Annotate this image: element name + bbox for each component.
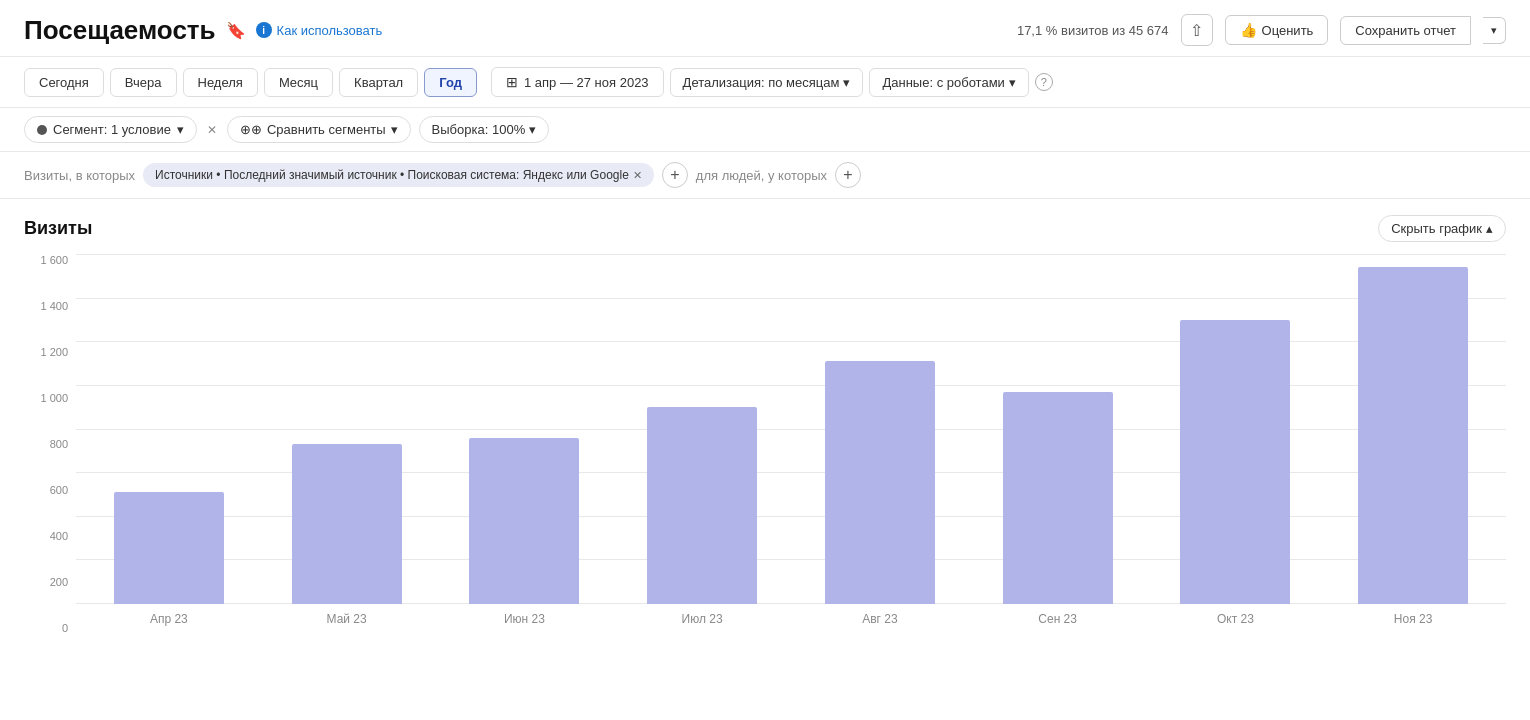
chart-body: Апр 23 Май 23 Июн 23 Июл 23 Авг 23 Сен 23 Окт … bbox=[76, 254, 1506, 634]
bars-area bbox=[76, 254, 1506, 604]
help-icon[interactable]: ? bbox=[1035, 73, 1053, 91]
header-left: Посещаемость 🔖 i Как использовать bbox=[24, 15, 382, 46]
add-people-filter-button[interactable]: + bbox=[835, 162, 861, 188]
bar-group[interactable] bbox=[619, 254, 785, 604]
chart-container: 1 600 1 400 1 200 1 000 800 600 400 200 0 Апр 23… bbox=[24, 254, 1506, 634]
period-toolbar: Сегодня Вчера Неделя Месяц Квартал Год ⊞… bbox=[0, 57, 1530, 108]
bar-group[interactable] bbox=[86, 254, 252, 604]
bar-group[interactable] bbox=[797, 254, 963, 604]
y-axis-label: 400 bbox=[24, 530, 68, 542]
bookmark-icon[interactable]: 🔖 bbox=[226, 21, 246, 40]
visits-stat: 17,1 % визитов из 45 674 bbox=[1017, 23, 1169, 38]
y-axis-label: 600 bbox=[24, 484, 68, 496]
header-right: 17,1 % визитов из 45 674 ⇧ 👍 Оценить Сох… bbox=[1017, 14, 1506, 46]
y-axis-label: 200 bbox=[24, 576, 68, 588]
bar-group[interactable] bbox=[1330, 254, 1496, 604]
x-labels: Апр 23 Май 23 Июн 23 Июл 23 Авг 23 Сен 23 Окт … bbox=[76, 604, 1506, 634]
data-button[interactable]: Данные: с роботами ▾ bbox=[869, 68, 1028, 97]
chevron-down-icon: ▾ bbox=[529, 122, 536, 137]
tab-quarter[interactable]: Квартал bbox=[339, 68, 418, 97]
filter-for-label: для людей, у которых bbox=[696, 168, 827, 183]
save-report-button[interactable]: Сохранить отчет bbox=[1340, 16, 1471, 45]
detail-button[interactable]: Детализация: по месяцам ▾ bbox=[670, 68, 864, 97]
y-axis-label: 1 200 bbox=[24, 346, 68, 358]
compare-segments-button[interactable]: ⊕⊕ Сравнить сегменты ▾ bbox=[227, 116, 411, 143]
segment-dot-icon bbox=[37, 125, 47, 135]
page-title: Посещаемость bbox=[24, 15, 216, 46]
info-icon: i bbox=[256, 22, 272, 38]
bar[interactable] bbox=[825, 361, 935, 604]
x-axis-label: Июн 23 bbox=[442, 612, 608, 626]
chevron-down-icon: ▾ bbox=[843, 75, 850, 90]
save-report-arrow-button[interactable]: ▾ bbox=[1483, 17, 1506, 44]
y-axis-label: 800 bbox=[24, 438, 68, 450]
chevron-down-icon: ▾ bbox=[1009, 75, 1016, 90]
y-axis-label: 1 400 bbox=[24, 300, 68, 312]
filter-visits-label: Визиты, в которых bbox=[24, 168, 135, 183]
bar[interactable] bbox=[292, 444, 402, 604]
chevron-down-icon: ▾ bbox=[391, 122, 398, 137]
export-icon: ⇧ bbox=[1190, 21, 1203, 40]
y-axis-label: 1 000 bbox=[24, 392, 68, 404]
tab-today[interactable]: Сегодня bbox=[24, 68, 104, 97]
rate-button[interactable]: 👍 Оценить bbox=[1225, 15, 1329, 45]
x-axis-label: Окт 23 bbox=[1153, 612, 1319, 626]
x-axis-label: Июл 23 bbox=[619, 612, 785, 626]
bar-group[interactable] bbox=[975, 254, 1141, 604]
compare-icon: ⊕⊕ bbox=[240, 122, 262, 137]
filter-row: Визиты, в которых Источники • Последний … bbox=[0, 152, 1530, 199]
segment-pill[interactable]: Сегмент: 1 условие ▾ bbox=[24, 116, 197, 143]
x-axis-label: Май 23 bbox=[264, 612, 430, 626]
calendar-grid-icon: ⊞ bbox=[506, 74, 518, 90]
bar[interactable] bbox=[469, 438, 579, 604]
bar[interactable] bbox=[114, 492, 224, 604]
bar[interactable] bbox=[647, 407, 757, 604]
x-axis-label: Ноя 23 bbox=[1330, 612, 1496, 626]
filter-tag: Источники • Последний значимый источник … bbox=[143, 163, 654, 187]
date-range-button[interactable]: ⊞ 1 апр — 27 ноя 2023 bbox=[491, 67, 664, 97]
tab-yesterday[interactable]: Вчера bbox=[110, 68, 177, 97]
bar-group[interactable] bbox=[264, 254, 430, 604]
bar-group[interactable] bbox=[1153, 254, 1319, 604]
chevron-up-icon: ▴ bbox=[1486, 221, 1493, 236]
y-axis: 1 600 1 400 1 200 1 000 800 600 400 200 0 bbox=[24, 254, 76, 634]
chart-header: Визиты Скрыть график ▴ bbox=[24, 215, 1506, 242]
y-axis-label: 0 bbox=[24, 622, 68, 634]
tab-month[interactable]: Месяц bbox=[264, 68, 333, 97]
hide-chart-button[interactable]: Скрыть график ▴ bbox=[1378, 215, 1506, 242]
bar[interactable] bbox=[1180, 320, 1290, 604]
page-header: Посещаемость 🔖 i Как использовать 17,1 %… bbox=[0, 0, 1530, 57]
bar[interactable] bbox=[1358, 267, 1468, 604]
thumb-icon: 👍 bbox=[1240, 22, 1257, 38]
segment-close-button[interactable]: ✕ bbox=[205, 123, 219, 137]
chart-title: Визиты bbox=[24, 218, 92, 239]
x-axis-label: Сен 23 bbox=[975, 612, 1141, 626]
add-filter-button[interactable]: + bbox=[662, 162, 688, 188]
sample-button[interactable]: Выборка: 100% ▾ bbox=[419, 116, 550, 143]
bar[interactable] bbox=[1003, 392, 1113, 604]
x-axis-label: Авг 23 bbox=[797, 612, 963, 626]
bar-group[interactable] bbox=[442, 254, 608, 604]
tab-year[interactable]: Год bbox=[424, 68, 477, 97]
x-axis-label: Апр 23 bbox=[86, 612, 252, 626]
tab-week[interactable]: Неделя bbox=[183, 68, 258, 97]
how-to-use-button[interactable]: i Как использовать bbox=[256, 22, 383, 38]
chevron-down-icon: ▾ bbox=[177, 122, 184, 137]
export-button[interactable]: ⇧ bbox=[1181, 14, 1213, 46]
segment-bar: Сегмент: 1 условие ▾ ✕ ⊕⊕ Сравнить сегме… bbox=[0, 108, 1530, 152]
filter-tag-close-button[interactable]: ✕ bbox=[633, 169, 642, 182]
chart-section: Визиты Скрыть график ▴ 1 6001 4001 2001 … bbox=[0, 199, 1530, 634]
y-axis-label: 1 600 bbox=[24, 254, 68, 266]
